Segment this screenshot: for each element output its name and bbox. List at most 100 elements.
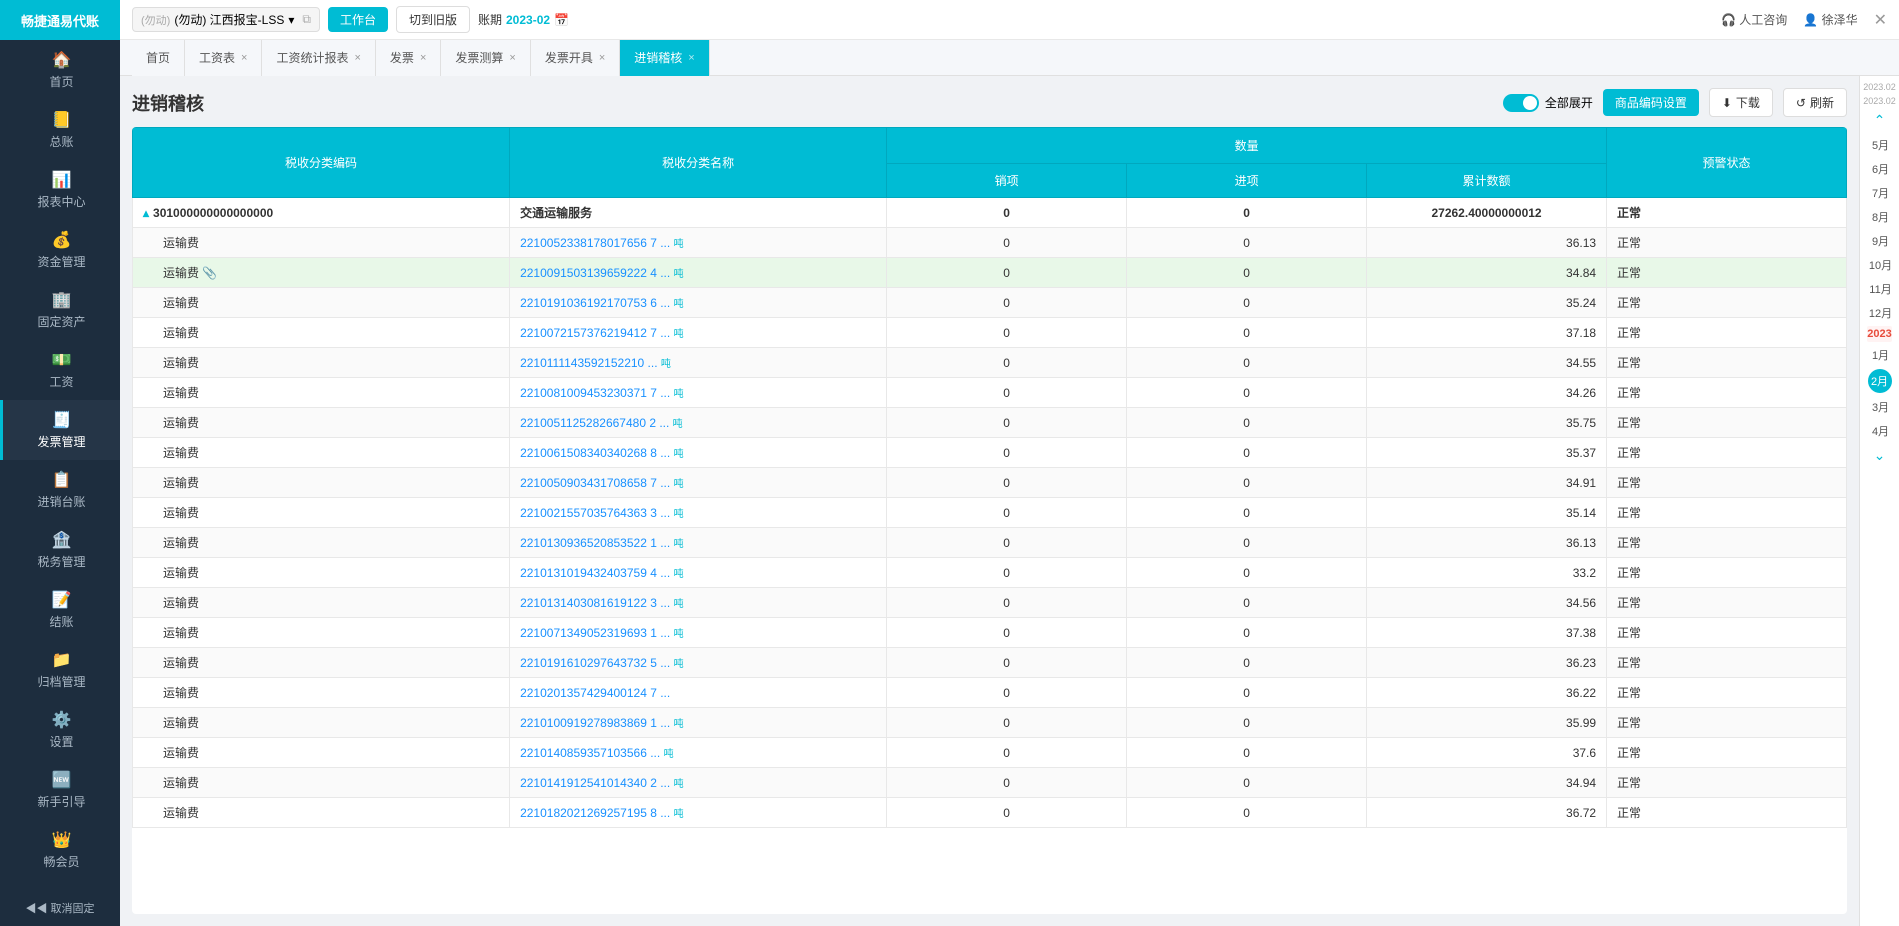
tab-label-salary: 工资表 — [199, 49, 235, 66]
cell-purchase: 0 — [1127, 708, 1367, 738]
toggle-switch[interactable] — [1503, 94, 1539, 112]
topbar-left: (勿动) (勿动) 江西报宝-LSS ▾ ⧉ 工作台 切到旧版 账期 2023-… — [132, 6, 569, 33]
tab-home[interactable]: 首页 — [132, 40, 185, 76]
close-button[interactable]: ✕ — [1874, 10, 1887, 30]
tab-sales-check[interactable]: 进销稽核× — [620, 40, 709, 76]
sidebar-item-sales-ledger[interactable]: 📋进销台账 — [0, 460, 120, 520]
tab-invoice-open[interactable]: 发票开具× — [531, 40, 620, 76]
timeline-month-item[interactable]: 10月 — [1860, 253, 1899, 277]
cell-invoice-num: 2210051125282667480 2 ... 吨 — [510, 408, 887, 438]
cell-invoice-num: 2210141912541014340 2 ... 吨 — [510, 768, 887, 798]
timeline-active-month[interactable]: 2月 — [1868, 369, 1892, 393]
cell-invoice-num: 2210191610297643732 5 ... 吨 — [510, 648, 887, 678]
sidebar-item-fixed-assets[interactable]: 🏢固定资产 — [0, 280, 120, 340]
cell-warning: 正常 — [1607, 678, 1847, 708]
cell-tax-name: 运输费 — [133, 228, 510, 258]
sidebar-item-invoice-mgmt[interactable]: 🧾发票管理 — [0, 400, 120, 460]
cell-tax-name: 运输费 — [133, 378, 510, 408]
cell-sales: 0 — [887, 558, 1127, 588]
workbench-button[interactable]: 工作台 — [328, 7, 388, 32]
tab-close-sales-check[interactable]: × — [688, 52, 694, 64]
sidebar-item-settlement[interactable]: 📝结账 — [0, 580, 120, 640]
cell-invoice-num: 2210182021269257195 8 ... 吨 — [510, 798, 887, 828]
tab-salary-stats[interactable]: 工资统计报表× — [262, 40, 375, 76]
sidebar-item-tax-mgmt[interactable]: 🏦税务管理 — [0, 520, 120, 580]
calendar-icon[interactable]: 📅 — [554, 13, 569, 27]
support-button[interactable]: 🎧 人工咨询 — [1721, 11, 1787, 28]
tab-close-invoice-open[interactable]: × — [599, 52, 605, 64]
col-header-tax-code: 税收分类编码 — [133, 128, 510, 198]
timeline-month-item[interactable]: 12月 — [1860, 301, 1899, 325]
cell-warning: 正常 — [1607, 738, 1847, 768]
cell-purchase: 0 — [1127, 378, 1367, 408]
sidebar-item-reports[interactable]: 📊报表中心 — [0, 160, 120, 220]
cell-invoice-num: 2210130936520853522 1 ... 吨 — [510, 528, 887, 558]
download-button[interactable]: ⬇ 下载 — [1709, 88, 1773, 117]
timeline-scroll-up[interactable]: ⌃ — [1870, 108, 1890, 133]
collapse-icon[interactable]: ▴ — [143, 206, 149, 220]
cell-purchase: 0 — [1127, 288, 1367, 318]
page-title: 进销稽核 — [132, 90, 204, 116]
table-row: 运输费 2210131019432403759 4 ... 吨 0 0 33.2… — [133, 558, 1847, 588]
cell-warning: 正常 — [1607, 348, 1847, 378]
sidebar-item-settings[interactable]: ⚙️设置 — [0, 700, 120, 760]
table-row: 运输费 2210141912541014340 2 ... 吨 0 0 34.9… — [133, 768, 1847, 798]
sidebar-item-salary[interactable]: 💵工资 — [0, 340, 120, 400]
timeline-active-year[interactable]: 2023 — [1867, 326, 1891, 342]
timeline-month-item[interactable]: 5月 — [1860, 133, 1899, 157]
tab-label-invoice-calc: 发票测算 — [455, 49, 503, 66]
switch-version-button[interactable]: 切到旧版 — [396, 6, 470, 33]
timeline-month-item[interactable]: 7月 — [1860, 181, 1899, 205]
cell-sales: 0 — [887, 618, 1127, 648]
cell-purchase: 0 — [1127, 258, 1367, 288]
timeline-scroll-down[interactable]: ⌄ — [1870, 443, 1890, 468]
tab-close-salary-stats[interactable]: × — [354, 52, 360, 64]
tab-invoice[interactable]: 发票× — [376, 40, 441, 76]
sidebar-item-capital[interactable]: 💰资金管理 — [0, 220, 120, 280]
sidebar-item-guide[interactable]: 🆕新手引导 — [0, 760, 120, 820]
tab-label-home: 首页 — [146, 49, 170, 66]
refresh-button[interactable]: ↺ 刷新 — [1783, 88, 1847, 117]
user-menu[interactable]: 👤 徐泽华 — [1803, 11, 1857, 28]
cell-warning: 正常 — [1607, 198, 1847, 228]
cell-warning: 正常 — [1607, 408, 1847, 438]
sidebar-item-archive[interactable]: 📁归档管理 — [0, 640, 120, 700]
expand-toggle[interactable]: 全部展开 — [1503, 94, 1593, 112]
cell-purchase: 0 — [1127, 528, 1367, 558]
tab-close-invoice[interactable]: × — [420, 52, 426, 64]
tab-close-salary[interactable]: × — [241, 52, 247, 64]
cell-warning: 正常 — [1607, 468, 1847, 498]
cell-warning: 正常 — [1607, 228, 1847, 258]
cell-invoice-num: 2210191036192170753 6 ... 吨 — [510, 288, 887, 318]
sidebar-item-home[interactable]: 🏠首页 — [0, 40, 120, 100]
pin-button[interactable]: ◀◀ 取消固定 — [0, 890, 120, 926]
tab-invoice-calc[interactable]: 发票测算 × — [441, 40, 530, 76]
unit-badge: 吨 — [674, 509, 684, 520]
timeline-month-item[interactable]: 3月 — [1860, 395, 1899, 419]
timeline-month-item[interactable]: 9月 — [1860, 229, 1899, 253]
timeline-month-item[interactable]: 11月 — [1860, 277, 1899, 301]
table-row: 运输费 2210072157376219412 7 ... 吨 0 0 37.1… — [133, 318, 1847, 348]
cell-cumulative: 35.75 — [1367, 408, 1607, 438]
timeline-month-item[interactable]: 1月 — [1860, 343, 1899, 367]
tab-salary[interactable]: 工资表 × — [185, 40, 262, 76]
sidebar-item-ledger[interactable]: 📒总账 — [0, 100, 120, 160]
tab-close-invoice-calc[interactable]: × — [509, 52, 515, 64]
period-value: 2023-02 — [506, 13, 550, 27]
company-selector[interactable]: (勿动) (勿动) 江西报宝-LSS ▾ ⧉ — [132, 7, 320, 32]
sidebar-icon-home: 🏠 — [52, 50, 72, 70]
cell-purchase: 0 — [1127, 348, 1367, 378]
cell-sales: 0 — [887, 198, 1127, 228]
settings-button[interactable]: 商品编码设置 — [1603, 89, 1699, 116]
cell-tax-name: 运输费 — [133, 798, 510, 828]
copy-icon[interactable]: ⧉ — [302, 12, 311, 27]
timeline-month-item[interactable]: 8月 — [1860, 205, 1899, 229]
sidebar-icon-fixed-assets: 🏢 — [52, 290, 72, 310]
timeline-month-item[interactable]: 6月 — [1860, 157, 1899, 181]
timeline-month-item[interactable]: 4月 — [1860, 419, 1899, 443]
company-type-label: (勿动) — [141, 12, 170, 28]
sidebar-item-member[interactable]: 👑畅会员 — [0, 820, 120, 880]
cell-warning: 正常 — [1607, 438, 1847, 468]
cell-cumulative: 37.18 — [1367, 318, 1607, 348]
cell-sales: 0 — [887, 318, 1127, 348]
